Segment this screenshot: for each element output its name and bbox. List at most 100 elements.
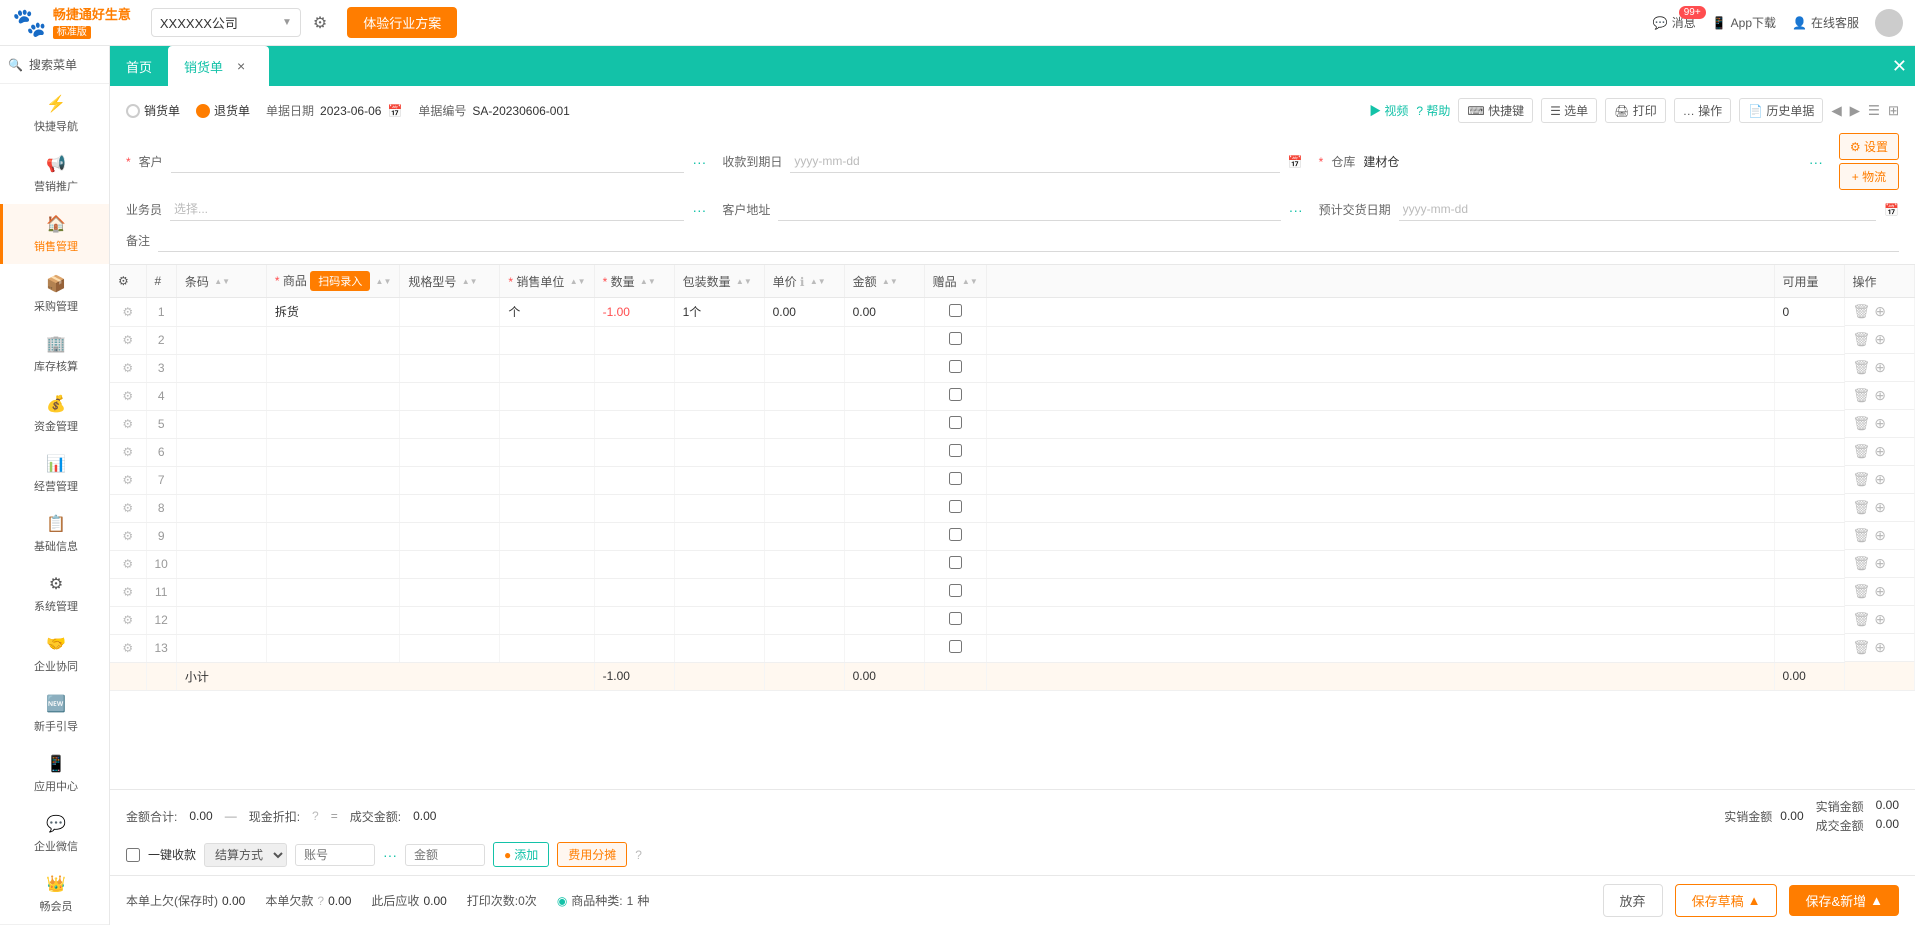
th-pkgqty[interactable]: 包装数量 ▲▼ — [674, 265, 764, 298]
row-delete-button[interactable]: 🗑 — [1853, 611, 1871, 628]
row-barcode[interactable] — [176, 382, 266, 410]
row-barcode[interactable] — [176, 522, 266, 550]
row-delete-button[interactable]: 🗑 — [1853, 555, 1871, 572]
gift-checkbox[interactable] — [949, 360, 962, 373]
row-barcode[interactable] — [176, 634, 266, 662]
row-remark[interactable] — [986, 550, 1774, 578]
row-qty[interactable] — [594, 438, 674, 466]
th-gift[interactable]: 赠品 ▲▼ — [924, 265, 986, 298]
gift-checkbox[interactable] — [949, 612, 962, 625]
row-qty[interactable] — [594, 578, 674, 606]
owe-question-icon[interactable]: ? — [317, 894, 324, 908]
row-gear[interactable]: ⚙ — [110, 354, 146, 382]
sidebar-item-marketing[interactable]: 📢 营销推广 — [0, 144, 109, 204]
sidebar-item-inventory[interactable]: 🏢 库存核算 — [0, 324, 109, 384]
row-delete-button[interactable]: 🗑 — [1853, 499, 1871, 516]
row-spec[interactable] — [400, 382, 500, 410]
row-amount[interactable] — [844, 438, 924, 466]
row-product[interactable] — [266, 578, 400, 606]
customer-input[interactable] — [171, 150, 685, 173]
nav-prev-button[interactable]: ◀ — [1831, 103, 1841, 119]
row-pkgqty[interactable] — [674, 634, 764, 662]
search-menu-button[interactable]: 🔍 搜索菜单 — [0, 46, 109, 84]
row-gift[interactable] — [924, 410, 986, 438]
row-remark[interactable] — [986, 326, 1774, 354]
tab-home[interactable]: 首页 — [110, 46, 168, 86]
th-qty[interactable]: * 数量 ▲▼ — [594, 265, 674, 298]
payment-due-calendar-icon[interactable]: 📅 — [1288, 155, 1303, 169]
row-amount[interactable] — [844, 326, 924, 354]
row-gear[interactable]: ⚙ — [110, 634, 146, 662]
row-qty[interactable] — [594, 606, 674, 634]
row-copy-button[interactable]: ⊕ — [1874, 499, 1886, 516]
row-pkgqty[interactable]: 1个 — [674, 298, 764, 327]
row-delete-button[interactable]: 🗑 — [1853, 583, 1871, 600]
row-amount[interactable] — [844, 494, 924, 522]
row-delete-button[interactable]: 🗑 — [1853, 443, 1871, 460]
row-price[interactable] — [764, 354, 844, 382]
row-gear[interactable]: ⚙ — [110, 606, 146, 634]
salesperson-dots-button[interactable]: ··· — [692, 202, 706, 218]
row-gift[interactable] — [924, 522, 986, 550]
row-product[interactable] — [266, 550, 400, 578]
question-icon[interactable]: ? — [312, 809, 319, 823]
row-gift[interactable] — [924, 606, 986, 634]
row-spec[interactable] — [400, 326, 500, 354]
row-copy-button[interactable]: ⊕ — [1874, 583, 1886, 600]
row-gear[interactable]: ⚙ — [110, 438, 146, 466]
settlement-select[interactable]: 结算方式 — [204, 843, 287, 867]
gift-checkbox[interactable] — [949, 556, 962, 569]
sidebar-item-purchase[interactable]: 📦 采购管理 — [0, 264, 109, 324]
row-copy-button[interactable]: ⊕ — [1874, 443, 1886, 460]
row-product[interactable] — [266, 466, 400, 494]
tab-sales-order[interactable]: 销货单 × — [168, 46, 269, 86]
row-barcode[interactable] — [176, 354, 266, 382]
row-amount[interactable] — [844, 634, 924, 662]
tab-close-button[interactable]: × — [229, 58, 253, 74]
row-product[interactable] — [266, 634, 400, 662]
row-unit[interactable] — [500, 550, 594, 578]
nav-next-button[interactable]: ▶ — [1850, 103, 1860, 119]
th-price[interactable]: 单价 ℹ ▲▼ — [764, 265, 844, 298]
online-service-button[interactable]: 👤 在线客服 — [1792, 14, 1859, 31]
row-qty[interactable] — [594, 410, 674, 438]
add-button[interactable]: ● 添加 — [493, 842, 549, 867]
row-gift[interactable] — [924, 438, 986, 466]
row-unit[interactable] — [500, 522, 594, 550]
row-copy-button[interactable]: ⊕ — [1874, 331, 1886, 348]
row-pkgqty[interactable] — [674, 466, 764, 494]
row-spec[interactable] — [400, 466, 500, 494]
row-remark[interactable] — [986, 410, 1774, 438]
row-remark[interactable] — [986, 298, 1774, 327]
account-input[interactable] — [295, 844, 375, 866]
row-remark[interactable] — [986, 466, 1774, 494]
row-amount[interactable] — [844, 466, 924, 494]
app-download-button[interactable]: 📱 App下载 — [1712, 14, 1776, 31]
row-unit[interactable] — [500, 606, 594, 634]
row-gift[interactable] — [924, 494, 986, 522]
discard-button[interactable]: 放弃 — [1603, 884, 1663, 917]
row-spec[interactable] — [400, 354, 500, 382]
select-order-button[interactable]: ☰ 选单 — [1541, 98, 1597, 123]
row-pkgqty[interactable] — [674, 382, 764, 410]
row-gift[interactable] — [924, 578, 986, 606]
row-gear[interactable]: ⚙ — [110, 550, 146, 578]
row-qty[interactable] — [594, 494, 674, 522]
row-price[interactable] — [764, 382, 844, 410]
row-copy-button[interactable]: ⊕ — [1874, 611, 1886, 628]
row-unit[interactable] — [500, 466, 594, 494]
row-product[interactable] — [266, 354, 400, 382]
row-pkgqty[interactable] — [674, 522, 764, 550]
row-price[interactable] — [764, 410, 844, 438]
row-product[interactable] — [266, 326, 400, 354]
row-remark[interactable] — [986, 522, 1774, 550]
row-remark[interactable] — [986, 578, 1774, 606]
gear-icon[interactable]: ⚙ — [313, 13, 327, 33]
row-remark[interactable] — [986, 606, 1774, 634]
row-amount[interactable] — [844, 354, 924, 382]
row-unit[interactable] — [500, 578, 594, 606]
th-barcode[interactable]: 条码 ▲▼ — [176, 265, 266, 298]
row-delete-button[interactable]: 🗑 — [1853, 415, 1871, 432]
row-amount[interactable] — [844, 522, 924, 550]
row-delete-button[interactable]: 🗑 — [1853, 471, 1871, 488]
